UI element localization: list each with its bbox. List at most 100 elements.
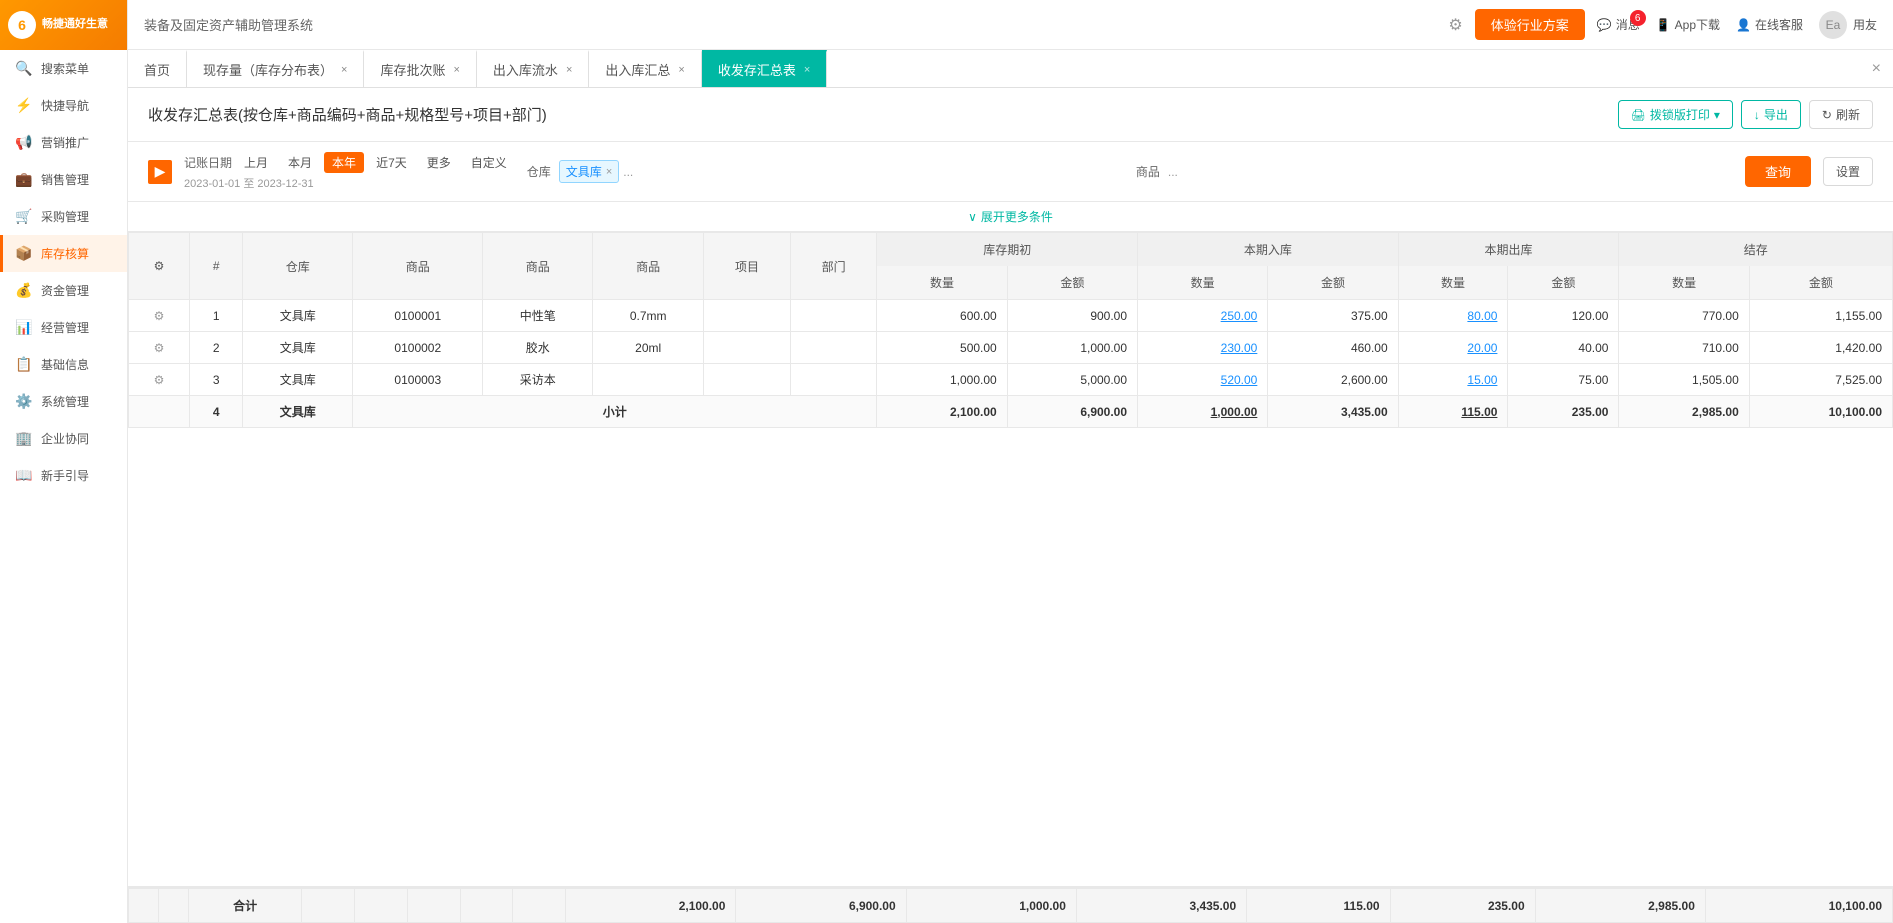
sidebar-item-quick-nav[interactable]: ⚡快捷导航 — [0, 87, 127, 124]
col-open-amt-header: 金额 — [1007, 266, 1137, 300]
goods-label: 商品 — [1136, 163, 1160, 180]
tab-label: 出入库流水 — [493, 60, 558, 79]
data-table: ⚙ # 仓库 商品 商品 商品 项目 部门 库存期初 本期入库 本期出库 结存 — [128, 232, 1893, 428]
date-btn-more[interactable]: 更多 — [419, 152, 459, 173]
goods-more-button[interactable]: ... — [1168, 165, 1178, 179]
row-out-qty[interactable]: 20.00 — [1398, 332, 1508, 364]
filter-toggle-button[interactable]: ▶ — [148, 160, 172, 184]
data-table-container: ⚙ # 仓库 商品 商品 商品 项目 部门 库存期初 本期入库 本期出库 结存 — [128, 232, 1893, 886]
tab-inventory-dist[interactable]: 现存量（库存分布表） × — [187, 50, 364, 87]
topbar-actions: 💬 消息 6 📱 App下载 👤 在线客服 Ea 用友 — [1597, 11, 1877, 39]
sidebar-item-label: 采购管理 — [41, 208, 89, 225]
system-title: 装备及固定资产辅助管理系统 — [144, 15, 1436, 34]
sidebar-item-search[interactable]: 🔍搜索菜单 — [0, 50, 127, 87]
total-row: 合计 2,100.00 6,900.00 1,000.00 3,435.00 1… — [129, 889, 1893, 923]
refresh-button[interactable]: ↻ 刷新 — [1809, 100, 1873, 129]
export-button[interactable]: ↓ 导出 — [1741, 100, 1801, 129]
filter-settings-button[interactable]: 设置 — [1823, 157, 1873, 186]
online-service-label: 在线客服 — [1755, 16, 1803, 33]
row-out-qty[interactable]: 80.00 — [1398, 300, 1508, 332]
expand-more-button[interactable]: ∨ 展开更多条件 — [964, 204, 1057, 229]
tab-in-out-flow[interactable]: 出入库流水 × — [477, 50, 589, 87]
subtotal-out-amt: 235.00 — [1508, 396, 1619, 428]
sidebar-item-label: 库存核算 — [41, 245, 89, 262]
sidebar-item-label: 搜索菜单 — [41, 60, 89, 77]
row-out-amt: 40.00 — [1508, 332, 1619, 364]
user-action[interactable]: Ea 用友 — [1819, 11, 1877, 39]
date-btn-custom[interactable]: 自定义 — [463, 152, 515, 173]
warehouse-tag-close-icon[interactable]: × — [606, 166, 612, 178]
warehouse-tag[interactable]: 文具库 × — [559, 160, 619, 183]
row-out-amt: 120.00 — [1508, 300, 1619, 332]
sidebar-item-label: 经营管理 — [41, 319, 89, 336]
row-out-qty[interactable]: 15.00 — [1398, 364, 1508, 396]
row-in-qty[interactable]: 250.00 — [1138, 300, 1268, 332]
tab-home[interactable]: 首页 — [128, 50, 187, 87]
subtotal-label: 小计 — [353, 396, 877, 428]
sidebar-item-purchase[interactable]: 🛒采购管理 — [0, 198, 127, 235]
tab-close-icon[interactable]: × — [453, 64, 459, 76]
tab-batch-ledger[interactable]: 库存批次账× — [364, 50, 476, 87]
query-button[interactable]: 查询 — [1745, 156, 1811, 187]
tab-receipt-summary[interactable]: 收发存汇总表× — [702, 50, 827, 87]
row-in-qty[interactable]: 230.00 — [1138, 332, 1268, 364]
sidebar-item-system[interactable]: ⚙️系统管理 — [0, 383, 127, 420]
tab-close-icon[interactable]: × — [678, 64, 684, 76]
date-btn-this-year[interactable]: 本年 — [324, 152, 364, 173]
date-btn-7days[interactable]: 近7天 — [368, 152, 415, 173]
sidebar-item-finance[interactable]: 💰资金管理 — [0, 272, 127, 309]
table-row: ⚙ 2 文具库 0100002 胶水 20ml 500.00 1,000.00 … — [129, 332, 1893, 364]
trial-button[interactable]: 体验行业方案 — [1475, 9, 1585, 40]
col-settings-header[interactable]: ⚙ — [129, 233, 190, 300]
row-in-qty[interactable]: 520.00 — [1138, 364, 1268, 396]
row-close-amt: 1,420.00 — [1749, 332, 1892, 364]
tab-in-out-summary[interactable]: 出入库汇总× — [589, 50, 701, 87]
row-settings[interactable]: ⚙ — [129, 332, 190, 364]
date-btn-this-month[interactable]: 本月 — [280, 152, 320, 173]
col-rownum-header: # — [190, 233, 243, 300]
subtotal-open-qty: 2,100.00 — [877, 396, 1007, 428]
date-btn-last-month[interactable]: 上月 — [236, 152, 276, 173]
sales-icon: 💼 — [15, 171, 33, 188]
warehouse-tag-text: 文具库 — [566, 163, 602, 180]
online-service-action[interactable]: 👤 在线客服 — [1736, 16, 1803, 33]
row-settings[interactable]: ⚙ — [129, 300, 190, 332]
sidebar-item-operations[interactable]: 📊经营管理 — [0, 309, 127, 346]
col-spec-header: 商品 — [593, 233, 704, 300]
tab-close-icon[interactable]: × — [566, 64, 572, 76]
sidebar-item-guide[interactable]: 📖新手引导 — [0, 457, 127, 494]
warehouse-more-button[interactable]: ... — [623, 165, 633, 179]
close-all-tabs-button[interactable]: × — [1860, 52, 1893, 86]
footer-table: 合计 2,100.00 6,900.00 1,000.00 3,435.00 1… — [128, 888, 1893, 923]
subtotal-in-qty[interactable]: 1,000.00 — [1138, 396, 1268, 428]
sidebar-item-enterprise[interactable]: 🏢企业协同 — [0, 420, 127, 457]
date-range-display: 2023-01-01 至 2023-12-31 — [184, 175, 515, 191]
row-code: 0100002 — [353, 332, 483, 364]
settings-icon[interactable]: ⚙ — [1448, 15, 1462, 35]
date-filter-section: 记账日期 上月 本月 本年 近7天 更多 自定义 2023-01-01 至 20… — [184, 152, 515, 191]
sidebar-item-label: 系统管理 — [41, 393, 89, 410]
table-row: ⚙ 1 文具库 0100001 中性笔 0.7mm 600.00 900.00 … — [129, 300, 1893, 332]
print-button[interactable]: 🖨 拨锁版打印 ▾ — [1618, 100, 1733, 129]
date-options: 记账日期 上月 本月 本年 近7天 更多 自定义 — [184, 152, 515, 173]
sidebar-item-inventory[interactable]: 📦库存核算 — [0, 235, 127, 272]
messages-badge: 6 — [1630, 10, 1646, 26]
sidebar-item-marketing[interactable]: 📢营销推广 — [0, 124, 127, 161]
row-warehouse: 文具库 — [243, 332, 353, 364]
expand-icon: ∨ — [968, 210, 977, 224]
tab-label: 现存量（库存分布表） — [203, 60, 333, 79]
sidebar-item-basic[interactable]: 📋基础信息 — [0, 346, 127, 383]
user-label: 用友 — [1853, 16, 1877, 33]
messages-action[interactable]: 💬 消息 6 — [1597, 16, 1640, 33]
logo-icon: 6 — [8, 11, 36, 39]
warehouse-filter: 仓库 文具库 × ... — [527, 160, 1124, 183]
app-download-action[interactable]: 📱 App下载 — [1656, 16, 1720, 33]
sidebar-item-sales[interactable]: 💼销售管理 — [0, 161, 127, 198]
subtotal-out-qty[interactable]: 115.00 — [1398, 396, 1508, 428]
tab-close-icon[interactable]: × — [341, 64, 347, 76]
row-project — [704, 300, 791, 332]
col-in-header: 本期入库 — [1138, 233, 1399, 267]
sidebar-menu: 🔍搜索菜单⚡快捷导航📢营销推广💼销售管理🛒采购管理📦库存核算💰资金管理📊经营管理… — [0, 50, 127, 923]
tab-close-icon[interactable]: × — [804, 64, 810, 76]
row-settings[interactable]: ⚙ — [129, 364, 190, 396]
